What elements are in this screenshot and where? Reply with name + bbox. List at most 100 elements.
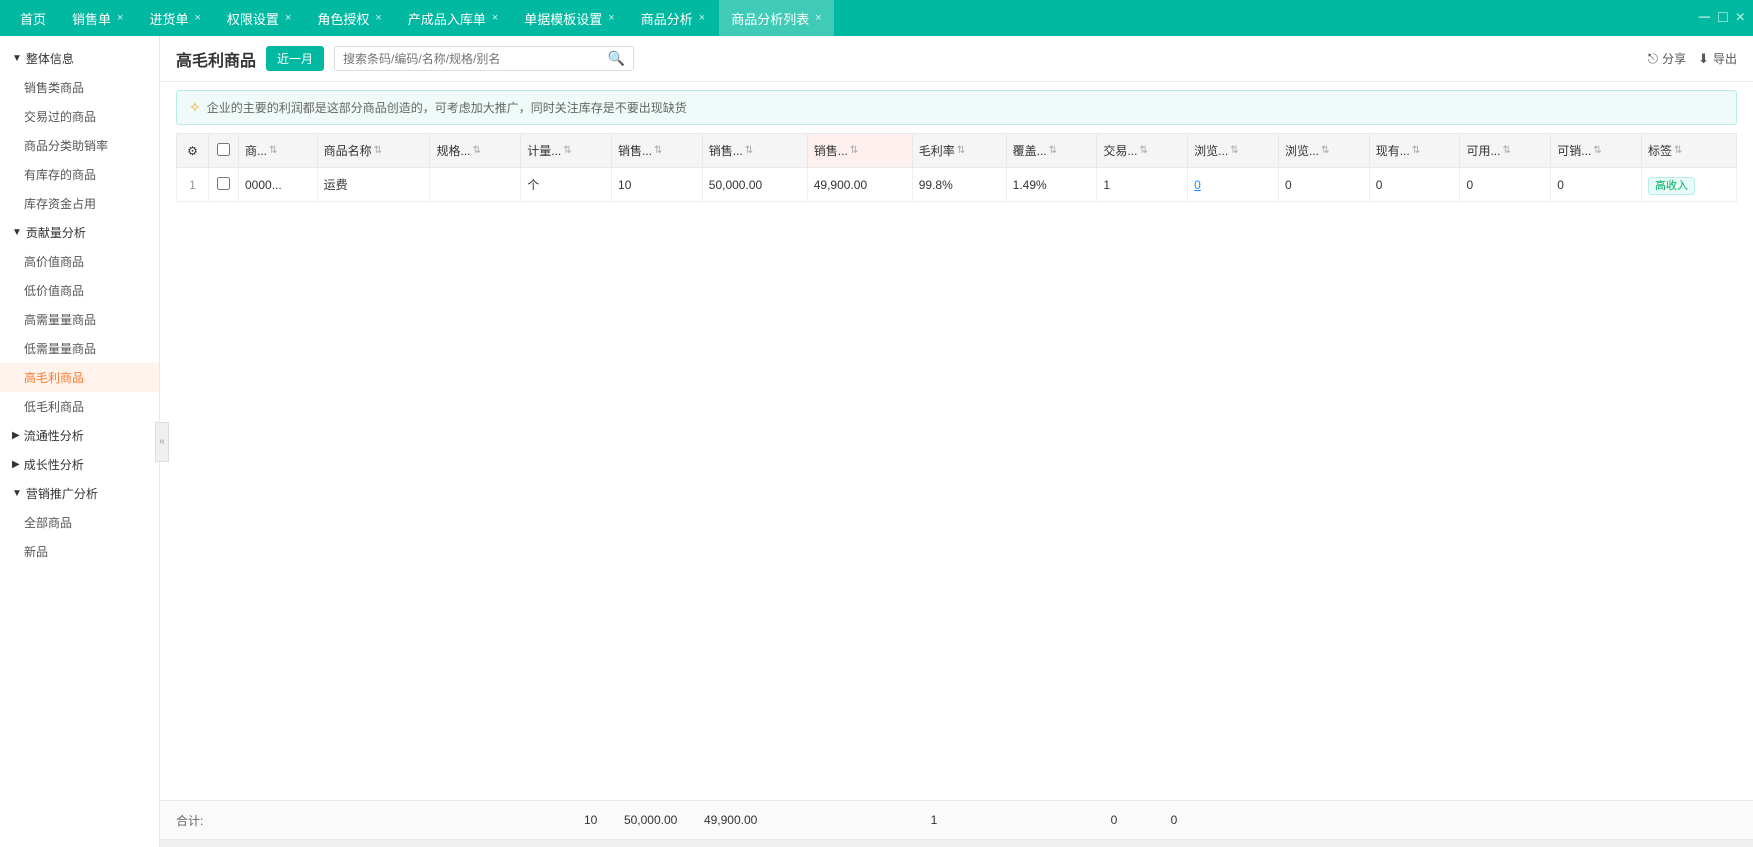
- maximize-button[interactable]: □: [1718, 9, 1728, 27]
- nav-close-template[interactable]: ×: [608, 12, 614, 24]
- sidebar-group-contribution[interactable]: ▼ 贡献量分析: [0, 218, 159, 247]
- sidebar-item-high-value[interactable]: 高价值商品: [0, 247, 159, 276]
- data-table: ⚙ 商... ⇅ 商品名称: [176, 133, 1737, 202]
- minimize-button[interactable]: ─: [1699, 9, 1710, 27]
- sort-icon-sales-qty: ⇅: [654, 145, 662, 156]
- cell-transaction: 1: [1097, 168, 1188, 202]
- footer-transaction: 1: [883, 809, 943, 831]
- search-icon[interactable]: 🔍: [608, 50, 625, 67]
- settings-icon[interactable]: ⚙: [187, 144, 198, 158]
- th-browse1[interactable]: 浏览... ⇅: [1188, 134, 1279, 168]
- table-row: 1 0000... 运费 个: [177, 168, 1737, 202]
- footer-sales-cost: 49,900.00: [683, 809, 763, 831]
- nav-close-permissions[interactable]: ×: [285, 12, 291, 24]
- search-box: 🔍: [334, 46, 634, 71]
- share-button[interactable]: ⎋ 分享: [1648, 50, 1686, 67]
- sidebar-item-traded-goods[interactable]: 交易过的商品: [0, 102, 159, 131]
- sidebar-item-high-margin[interactable]: 高毛利商品: [0, 363, 159, 392]
- nav-close-purchase[interactable]: ×: [194, 12, 200, 24]
- nav-item-sales[interactable]: 销售单 ×: [60, 0, 135, 36]
- cell-sales-amount: 50,000.00: [702, 168, 807, 202]
- sidebar-item-in-stock[interactable]: 有库存的商品: [0, 160, 159, 189]
- sidebar-item-low-demand[interactable]: 低需量量商品: [0, 334, 159, 363]
- th-browse2[interactable]: 浏览... ⇅: [1278, 134, 1369, 168]
- arrow-liquidity: ▶: [12, 430, 20, 441]
- th-sales-cost[interactable]: 销售... ⇅: [807, 134, 912, 168]
- sort-icon-code: ⇅: [269, 145, 277, 156]
- cell-browse1[interactable]: 0: [1188, 168, 1279, 202]
- cell-current-stock: 0: [1369, 168, 1460, 202]
- sort-icon-name: ⇅: [374, 145, 382, 156]
- nav-close-sales[interactable]: ×: [117, 12, 123, 24]
- footer-available: 0: [1123, 809, 1183, 831]
- sidebar-group-growth[interactable]: ▶ 成长性分析: [0, 450, 159, 479]
- table-header-row: ⚙ 商... ⇅ 商品名称: [177, 134, 1737, 168]
- cell-index: 1: [177, 168, 209, 202]
- row-checkbox[interactable]: [217, 177, 230, 190]
- cell-browse2: 0: [1278, 168, 1369, 202]
- bottom-scrollbar[interactable]: [160, 839, 1753, 847]
- th-margin-rate[interactable]: 毛利率 ⇅: [912, 134, 1006, 168]
- nav-close-product-analysis-list[interactable]: ×: [815, 12, 821, 24]
- sidebar-group-liquidity[interactable]: ▶ 流通性分析: [0, 421, 159, 450]
- filter-recent-month-button[interactable]: 近一月: [266, 46, 324, 71]
- nav-close-warehouse[interactable]: ×: [492, 12, 498, 24]
- sidebar-item-high-demand[interactable]: 高需量量商品: [0, 305, 159, 334]
- table-container: ⚙ 商... ⇅ 商品名称: [160, 133, 1753, 800]
- th-coverage[interactable]: 覆盖... ⇅: [1006, 134, 1097, 168]
- th-unit[interactable]: 计量... ⇅: [521, 134, 612, 168]
- export-icon: ⬇: [1698, 51, 1709, 67]
- content-area: 高毛利商品 近一月 🔍 ⎋ 分享 ⬇ 导出 ✧ 企业的主要的利润都是这部分商品创…: [160, 36, 1753, 847]
- cell-sellable: 0: [1551, 168, 1642, 202]
- nav-item-home[interactable]: 首页: [8, 0, 58, 36]
- cell-margin-rate: 99.8%: [912, 168, 1006, 202]
- sidebar-toggle-button[interactable]: «: [155, 422, 169, 462]
- nav-item-purchase[interactable]: 进货单 ×: [137, 0, 212, 36]
- window-controls: ─ □ ×: [1699, 9, 1745, 27]
- nav-close-product-analysis[interactable]: ×: [699, 12, 705, 24]
- sidebar-item-all-goods[interactable]: 全部商品: [0, 508, 159, 537]
- nav-item-template[interactable]: 单据模板设置 ×: [512, 0, 626, 36]
- nav-item-permissions[interactable]: 权限设置 ×: [215, 0, 303, 36]
- content-header: 高毛利商品 近一月 🔍 ⎋ 分享 ⬇ 导出: [160, 36, 1753, 82]
- info-icon: ✧: [189, 99, 201, 116]
- th-sales-amount[interactable]: 销售... ⇅: [702, 134, 807, 168]
- footer-sales-amount: 50,000.00: [603, 809, 683, 831]
- search-input[interactable]: [343, 52, 604, 66]
- nav-item-warehouse[interactable]: 产成品入库单 ×: [396, 0, 510, 36]
- select-all-checkbox[interactable]: [217, 143, 230, 156]
- sidebar-item-sales-goods[interactable]: 销售类商品: [0, 73, 159, 102]
- tag-badge: 高收入: [1648, 177, 1695, 195]
- th-spec[interactable]: 规格... ⇅: [430, 134, 521, 168]
- main-layout: ▼ 整体信息 销售类商品 交易过的商品 商品分类助销率 有库存的商品 库存资金占…: [0, 36, 1753, 847]
- th-available[interactable]: 可用... ⇅: [1460, 134, 1551, 168]
- footer-label: 合计:: [176, 812, 203, 829]
- th-sellable[interactable]: 可销... ⇅: [1551, 134, 1642, 168]
- th-code[interactable]: 商... ⇅: [239, 134, 318, 168]
- th-tag[interactable]: 标签 ⇅: [1642, 134, 1737, 168]
- sidebar-item-low-margin[interactable]: 低毛利商品: [0, 392, 159, 421]
- sidebar-item-category-rate[interactable]: 商品分类助销率: [0, 131, 159, 160]
- th-name[interactable]: 商品名称 ⇅: [317, 134, 430, 168]
- sidebar-item-stock-capital[interactable]: 库存资金占用: [0, 189, 159, 218]
- th-sales-qty[interactable]: 销售... ⇅: [612, 134, 703, 168]
- close-button[interactable]: ×: [1736, 9, 1745, 27]
- table-body: 1 0000... 运费 个: [177, 168, 1737, 202]
- sidebar-item-new-goods[interactable]: 新品: [0, 537, 159, 566]
- cell-checkbox: [209, 168, 239, 202]
- th-checkbox: [209, 134, 239, 168]
- nav-close-roles[interactable]: ×: [375, 12, 381, 24]
- export-button[interactable]: ⬇ 导出: [1698, 50, 1737, 67]
- sidebar-group-marketing[interactable]: ▼ 营销推广分析: [0, 479, 159, 508]
- th-settings[interactable]: ⚙: [177, 134, 209, 168]
- nav-item-product-analysis[interactable]: 商品分析 ×: [629, 0, 717, 36]
- nav-item-roles[interactable]: 角色授权 ×: [305, 0, 393, 36]
- nav-item-product-analysis-list[interactable]: 商品分析列表 ×: [719, 0, 833, 36]
- sidebar-group-overall[interactable]: ▼ 整体信息: [0, 44, 159, 73]
- th-current-stock[interactable]: 现有... ⇅: [1369, 134, 1460, 168]
- th-transaction[interactable]: 交易... ⇅: [1097, 134, 1188, 168]
- cell-sales-cost: 49,900.00: [807, 168, 912, 202]
- sort-icon-sales-amount: ⇅: [745, 145, 753, 156]
- sidebar-item-low-value[interactable]: 低价值商品: [0, 276, 159, 305]
- cell-spec: [430, 168, 521, 202]
